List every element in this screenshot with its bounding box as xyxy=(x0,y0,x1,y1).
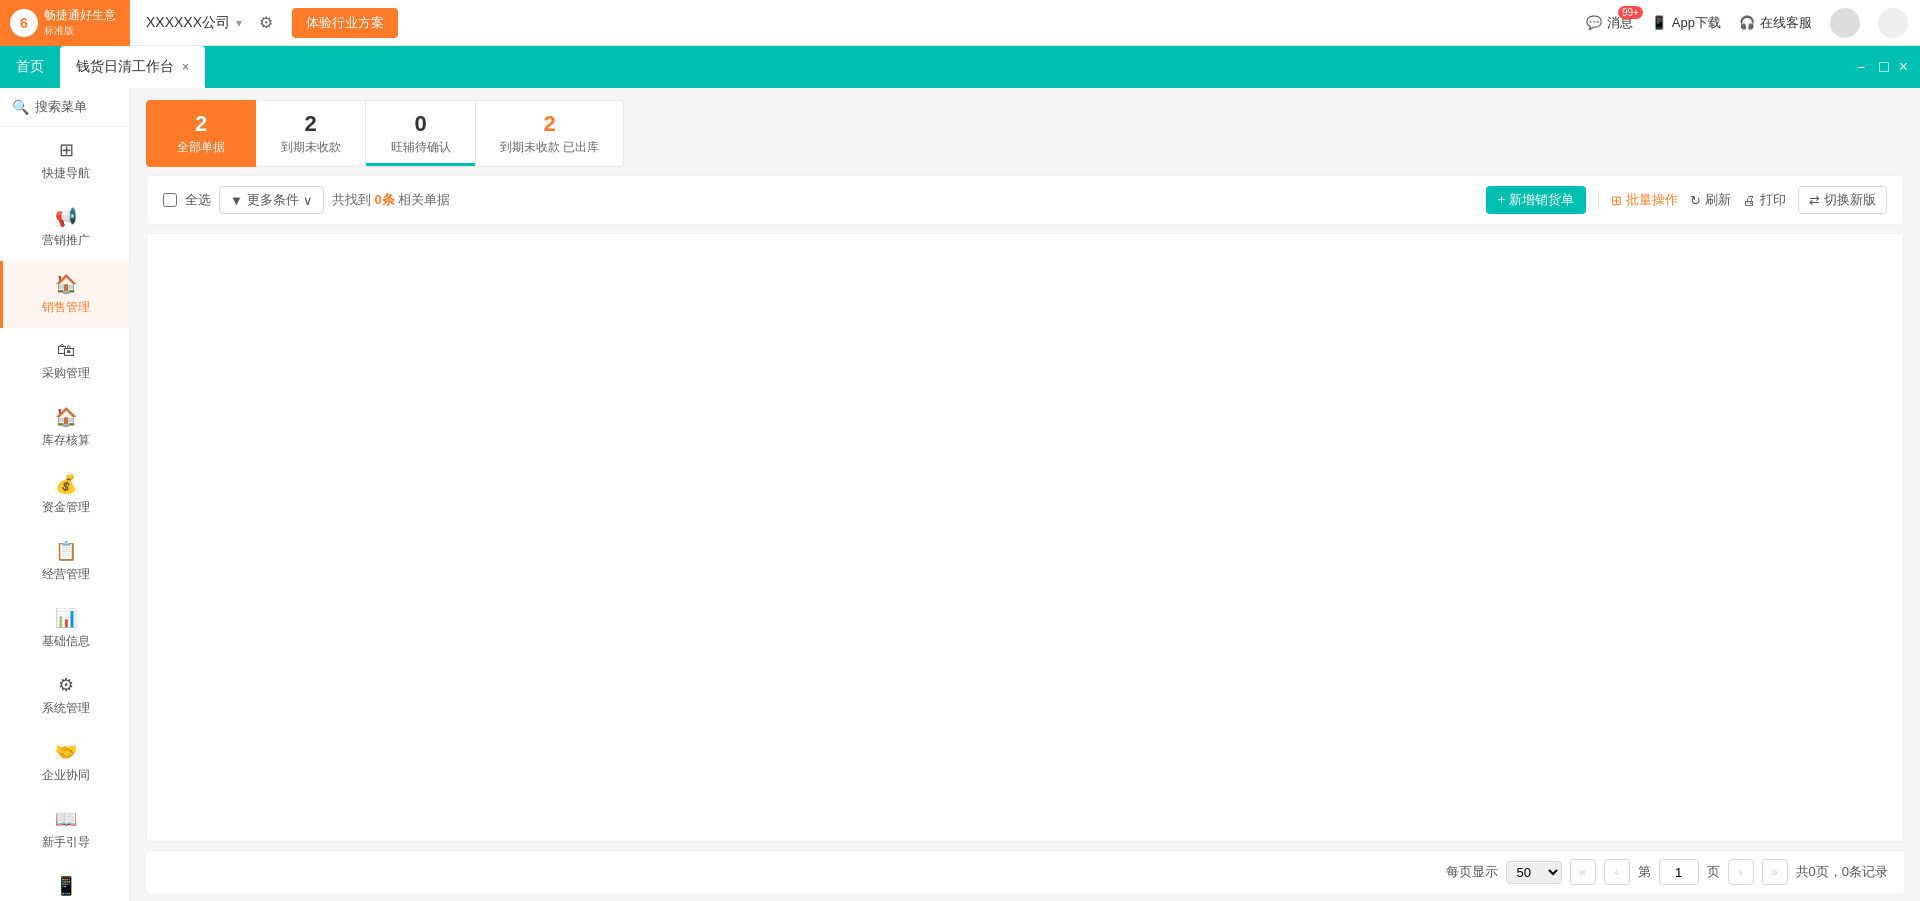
select-all-checkbox[interactable] xyxy=(163,193,177,207)
sidebar-item-enterprise[interactable]: 🤝 企业协同 xyxy=(0,729,129,796)
finance-icon: 💰 xyxy=(55,473,77,495)
print-button[interactable]: 🖨 打印 xyxy=(1743,191,1786,209)
trial-button[interactable]: 体验行业方案 xyxy=(292,8,398,38)
batch-operation-button[interactable]: ⊞ 批量操作 xyxy=(1611,191,1678,209)
avatar-extra[interactable] xyxy=(1878,8,1908,38)
app-download-button[interactable]: 📱 App下载 xyxy=(1651,14,1721,32)
tab-home[interactable]: 首页 xyxy=(0,46,60,88)
refresh-icon: ↻ xyxy=(1690,193,1701,208)
main-layout: 🔍 搜索菜单 ⊞ 快捷导航 📢 营销推广 🏠 销售管理 🛍 采购管理 🏠 库存核… xyxy=(0,88,1920,901)
add-sales-order-button[interactable]: + 新增销货单 xyxy=(1486,186,1586,214)
tab-close-icon[interactable]: × xyxy=(182,60,189,74)
sidebar-item-guide[interactable]: 📖 新手引导 xyxy=(0,796,129,863)
logo-text: 畅捷通好生意 标准版 xyxy=(44,8,116,37)
page-suffix: 页 xyxy=(1707,863,1720,881)
page-number-input[interactable] xyxy=(1659,859,1699,885)
refresh-button[interactable]: ↻ 刷新 xyxy=(1690,191,1731,209)
grid-icon: ⊞ xyxy=(59,139,74,161)
download-icon: 📱 xyxy=(1651,15,1667,30)
total-label: 共0页，0条记录 xyxy=(1796,863,1888,881)
page-label: 第 xyxy=(1638,863,1651,881)
batch-icon: ⊞ xyxy=(1611,193,1622,208)
top-header: 6 畅捷通好生意 标准版 XXXXXX公司 ▾ ⚙ 体验行业方案 💬 消息 99… xyxy=(0,0,1920,46)
inventory-icon: 🏠 xyxy=(55,406,77,428)
sidebar-item-app-center[interactable]: 📱 应用中心 xyxy=(0,863,129,901)
sidebar-item-inventory[interactable]: 🏠 库存核算 xyxy=(0,394,129,461)
online-service-button[interactable]: 🎧 在线客服 xyxy=(1739,14,1812,32)
tab-qianhuowork[interactable]: 钱货日清工作台 × xyxy=(60,46,205,88)
filter-tab-overdue[interactable]: 2 到期未收款 xyxy=(256,100,366,167)
sales-icon: 🏠 xyxy=(55,273,77,295)
sidebar: 🔍 搜索菜单 ⊞ 快捷导航 📢 营销推广 🏠 销售管理 🛍 采购管理 🏠 库存核… xyxy=(0,88,130,901)
sidebar-item-system[interactable]: ⚙ 系统管理 xyxy=(0,662,129,729)
divider xyxy=(1598,192,1599,208)
message-button[interactable]: 💬 消息 99+ xyxy=(1586,14,1633,32)
purchase-icon: 🛍 xyxy=(57,340,75,361)
content-area: 2 全部单据 2 到期未收款 0 旺辅待确认 2 到期未收款 已出库 全选 xyxy=(130,88,1920,901)
enterprise-icon: 🤝 xyxy=(55,741,77,763)
print-icon: 🖨 xyxy=(1743,193,1756,208)
sidebar-item-basic-info[interactable]: 📊 基础信息 xyxy=(0,595,129,662)
sidebar-item-finance[interactable]: 💰 资金管理 xyxy=(0,461,129,528)
system-icon: ⚙ xyxy=(58,674,74,696)
first-page-button[interactable]: « xyxy=(1570,859,1596,885)
switch-version-button[interactable]: ⇄ 切换新版 xyxy=(1798,186,1887,214)
sidebar-item-purchase[interactable]: 🛍 采购管理 xyxy=(0,328,129,394)
operations-icon: 📋 xyxy=(55,540,77,562)
marketing-icon: 📢 xyxy=(55,206,77,228)
table-area xyxy=(146,233,1904,842)
guide-icon: 📖 xyxy=(55,808,77,830)
page-size-select[interactable]: 50 100 200 xyxy=(1506,861,1562,884)
sidebar-item-operations[interactable]: 📋 经营管理 xyxy=(0,528,129,595)
sidebar-item-quick-nav[interactable]: ⊞ 快捷导航 xyxy=(0,127,129,194)
basic-info-icon: 📊 xyxy=(55,607,77,629)
found-text: 共找到 0条 相关单据 xyxy=(332,191,450,209)
message-badge: 99+ xyxy=(1618,6,1643,19)
sidebar-item-sales[interactable]: 🏠 销售管理 xyxy=(0,261,129,328)
minimize-icon[interactable]: － xyxy=(1853,57,1869,78)
logo-icon: 6 xyxy=(10,9,38,37)
toolbar-left: 全选 ▼ 更多条件 ∨ 共找到 0条 相关单据 xyxy=(163,186,1478,214)
company-selector[interactable]: XXXXXX公司 ▾ xyxy=(146,14,242,32)
next-page-button[interactable]: › xyxy=(1728,859,1754,885)
filter-tabs: 2 全部单据 2 到期未收款 0 旺辅待确认 2 到期未收款 已出库 xyxy=(130,88,1920,167)
toolbar: 全选 ▼ 更多条件 ∨ 共找到 0条 相关单据 + 新增销货单 ⊞ 批量操作 xyxy=(146,175,1904,225)
page-size-label: 每页显示 xyxy=(1446,863,1498,881)
message-icon: 💬 xyxy=(1586,15,1602,30)
avatar[interactable] xyxy=(1830,8,1860,38)
filter-tab-overdue-out[interactable]: 2 到期未收款 已出库 xyxy=(476,100,624,167)
filter-tab-wangwang[interactable]: 0 旺辅待确认 xyxy=(366,100,476,167)
sidebar-item-marketing[interactable]: 📢 营销推广 xyxy=(0,194,129,261)
more-filters-button[interactable]: ▼ 更多条件 ∨ xyxy=(219,186,324,214)
switch-icon: ⇄ xyxy=(1809,193,1820,208)
toolbar-right: + 新增销货单 ⊞ 批量操作 ↻ 刷新 🖨 打印 ⇄ 切换新版 xyxy=(1486,186,1887,214)
filter-tab-all[interactable]: 2 全部单据 xyxy=(146,100,256,167)
pagination: 每页显示 50 100 200 « ‹ 第 页 › » 共0页，0条记录 xyxy=(146,850,1904,893)
settings-button[interactable]: ⚙ xyxy=(252,9,280,37)
last-page-button[interactable]: » xyxy=(1762,859,1788,885)
table-empty-state xyxy=(147,234,1903,841)
gear-icon: ⚙ xyxy=(259,13,273,32)
search-icon: 🔍 xyxy=(12,99,29,115)
close-window-icon[interactable]: × xyxy=(1899,58,1908,76)
app-center-icon: 📱 xyxy=(55,875,77,897)
select-all-label: 全选 xyxy=(185,191,211,209)
sidebar-search[interactable]: 🔍 搜索菜单 xyxy=(0,88,129,127)
chevron-down-icon: ∨ xyxy=(303,193,313,208)
logo-area: 6 畅捷通好生意 标准版 xyxy=(0,0,130,46)
tab-underline xyxy=(366,163,475,166)
tab-actions: － □ × xyxy=(1853,57,1920,78)
headset-icon: 🎧 xyxy=(1739,15,1755,30)
nav-tabs: 首页 钱货日清工作台 × － □ × xyxy=(0,46,1920,88)
header-right: 💬 消息 99+ 📱 App下载 🎧 在线客服 xyxy=(1586,8,1908,38)
prev-page-button[interactable]: ‹ xyxy=(1604,859,1630,885)
chevron-down-icon: ▾ xyxy=(236,16,242,30)
filter-icon: ▼ xyxy=(230,193,243,208)
found-count: 0条 xyxy=(375,192,395,207)
maximize-icon[interactable]: □ xyxy=(1879,58,1889,76)
